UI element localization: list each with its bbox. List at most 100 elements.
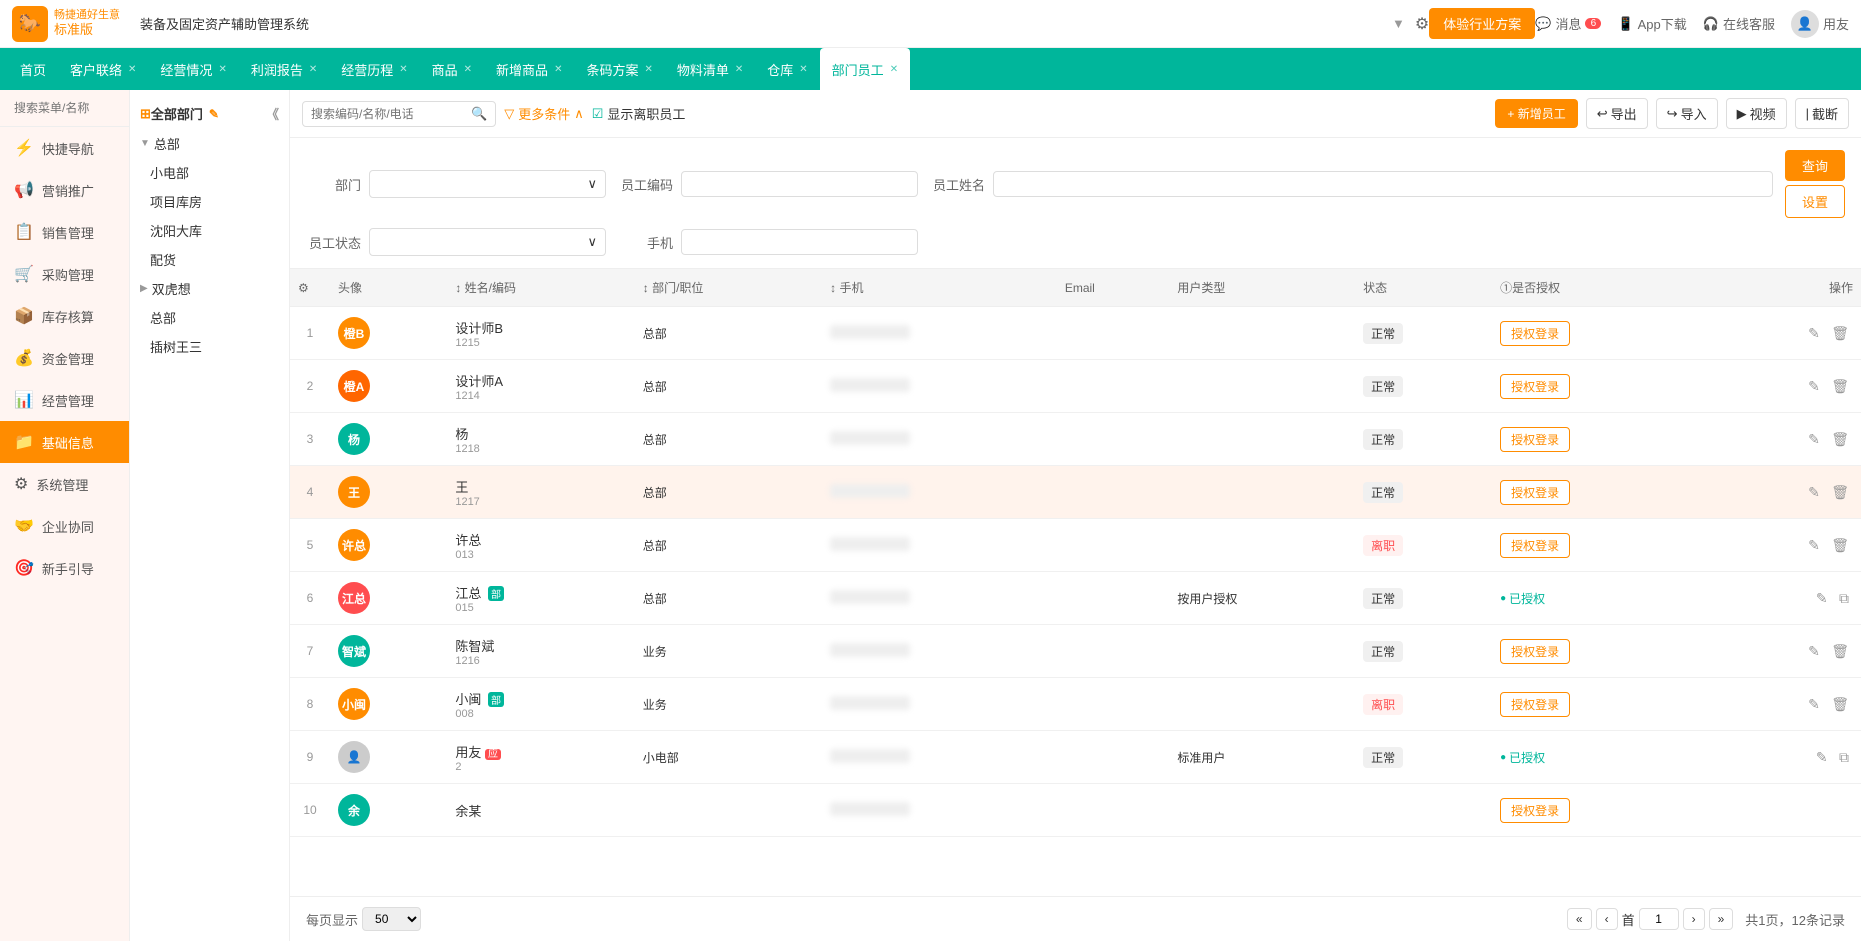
- set-button[interactable]: 设置: [1785, 185, 1845, 218]
- close-icon[interactable]: ✕: [464, 64, 472, 75]
- more-conditions-button[interactable]: ▽ 更多条件 ∧: [504, 104, 584, 123]
- close-icon[interactable]: ✕: [554, 64, 562, 75]
- sidebar-item-quick[interactable]: ⚡ 快捷导航: [0, 127, 129, 169]
- sidebar-item-system[interactable]: ⚙ 系统管理: [0, 463, 129, 505]
- delete-button[interactable]: 🗑: [1827, 323, 1853, 344]
- close-icon[interactable]: ✕: [644, 64, 652, 75]
- import-button[interactable]: ↪ 导入: [1656, 98, 1718, 129]
- edit-button[interactable]: ✎: [1812, 588, 1832, 609]
- status-filter-select[interactable]: ∨: [369, 228, 606, 256]
- sidebar-item-basic[interactable]: 📁 基础信息: [0, 421, 129, 463]
- auth-button[interactable]: 授权登录: [1500, 427, 1570, 452]
- show-resigned-toggle[interactable]: ☑ 显示离职员工: [592, 104, 686, 123]
- nav-item-customers[interactable]: 客户联络 ✕: [58, 48, 148, 90]
- sidebar-item-sales[interactable]: 📋 销售管理: [0, 211, 129, 253]
- dept-item-hq[interactable]: 总部: [130, 303, 289, 332]
- add-employee-button[interactable]: + 新增员工: [1495, 99, 1577, 128]
- delete-button[interactable]: 🗑: [1827, 376, 1853, 397]
- auth-button[interactable]: 授权登录: [1500, 798, 1570, 823]
- dropdown-arrow[interactable]: ▼: [1392, 16, 1405, 31]
- nav-item-bom[interactable]: 物料清单 ✕: [665, 48, 755, 90]
- col-settings[interactable]: ⚙: [290, 269, 330, 307]
- dept-collapse-icon[interactable]: 《: [266, 104, 279, 123]
- app-download-button[interactable]: 📱 App下载: [1617, 14, 1686, 33]
- nav-item-employees[interactable]: 部门员工 ✕: [820, 48, 910, 90]
- close-icon[interactable]: ✕: [309, 64, 317, 75]
- sidebar-item-guide[interactable]: 🎯 新手引导: [0, 547, 129, 589]
- user-area[interactable]: 👤 用友: [1791, 10, 1849, 38]
- export-button[interactable]: ↩ 导出: [1586, 98, 1648, 129]
- page-input[interactable]: [1639, 908, 1679, 930]
- last-page-button[interactable]: »: [1709, 908, 1734, 930]
- col-dept[interactable]: ↕ 部门/职位: [635, 269, 822, 307]
- edit-button[interactable]: ✎: [1804, 376, 1824, 397]
- edit-button[interactable]: ✎: [1804, 694, 1824, 715]
- nav-item-products[interactable]: 商品 ✕: [420, 48, 484, 90]
- copy-button[interactable]: ⧉: [1835, 747, 1853, 768]
- dept-filter-select[interactable]: ∨: [369, 170, 606, 198]
- edit-button[interactable]: ✎: [1804, 323, 1824, 344]
- nav-item-home[interactable]: 首页: [8, 48, 58, 90]
- per-page-select[interactable]: 50 100 200: [362, 907, 421, 931]
- auth-button[interactable]: 授权登录: [1500, 321, 1570, 346]
- auth-button[interactable]: 授权登录: [1500, 639, 1570, 664]
- edit-button[interactable]: ✎: [1812, 747, 1832, 768]
- delete-button[interactable]: 🗑: [1827, 429, 1853, 450]
- sidebar-item-finance[interactable]: 💰 资金管理: [0, 337, 129, 379]
- dept-item-dual[interactable]: ▶ 双虎想: [130, 274, 289, 303]
- dept-edit-icon[interactable]: ✎: [209, 107, 219, 121]
- edit-button[interactable]: ✎: [1804, 482, 1824, 503]
- sidebar-item-business[interactable]: 📊 经营管理: [0, 379, 129, 421]
- close-icon[interactable]: ✕: [735, 64, 743, 75]
- next-page-button[interactable]: ›: [1683, 908, 1705, 930]
- nav-item-barcode[interactable]: 条码方案 ✕: [574, 48, 664, 90]
- online-service-button[interactable]: 🎧 在线客服: [1703, 14, 1775, 33]
- search-input[interactable]: [311, 107, 471, 121]
- trial-button[interactable]: 体验行业方案: [1429, 8, 1535, 39]
- settings-icon[interactable]: ⚙: [1415, 14, 1429, 34]
- dept-item-general[interactable]: ▼ 总部: [130, 129, 289, 158]
- col-name[interactable]: ↕ 姓名/编码: [447, 269, 634, 307]
- close-icon[interactable]: ✕: [218, 64, 226, 75]
- dept-item-project[interactable]: 项目库房: [130, 187, 289, 216]
- close-icon-employees[interactable]: ✕: [890, 64, 898, 75]
- edit-button[interactable]: ✎: [1804, 535, 1824, 556]
- nav-item-new-product[interactable]: 新增商品 ✕: [484, 48, 574, 90]
- close-icon[interactable]: ✕: [128, 64, 136, 75]
- dept-item-distribution[interactable]: 配货: [130, 245, 289, 274]
- edit-button[interactable]: ✎: [1804, 641, 1824, 662]
- nav-item-warehouse[interactable]: 仓库 ✕: [755, 48, 819, 90]
- auth-button[interactable]: 授权登录: [1500, 480, 1570, 505]
- delete-button[interactable]: 🗑: [1827, 482, 1853, 503]
- delete-button[interactable]: 🗑: [1827, 641, 1853, 662]
- dept-item-shenyang[interactable]: 沈阳大库: [130, 216, 289, 245]
- copy-button[interactable]: ⧉: [1835, 588, 1853, 609]
- message-button[interactable]: 💬 消息 6: [1535, 14, 1601, 33]
- nav-item-operations[interactable]: 经营情况 ✕: [148, 48, 238, 90]
- close-icon[interactable]: ✕: [799, 64, 807, 75]
- first-page-button[interactable]: «: [1567, 908, 1592, 930]
- auth-button[interactable]: 授权登录: [1500, 374, 1570, 399]
- query-button[interactable]: 查询: [1785, 150, 1845, 181]
- edit-button[interactable]: ✎: [1804, 429, 1824, 450]
- emp-name-input[interactable]: [993, 171, 1773, 197]
- sidebar-item-cooperation[interactable]: 🤝 企业协同: [0, 505, 129, 547]
- close-icon[interactable]: ✕: [399, 64, 407, 75]
- delete-button[interactable]: 🗑: [1827, 535, 1853, 556]
- dept-item-small-elec[interactable]: 小电部: [130, 158, 289, 187]
- nav-item-history[interactable]: 经营历程 ✕: [329, 48, 419, 90]
- dept-item-plant[interactable]: 插树王三: [130, 332, 289, 361]
- sidebar-item-inventory[interactable]: 📦 库存核算: [0, 295, 129, 337]
- delete-button[interactable]: 🗑: [1827, 694, 1853, 715]
- sidebar-item-purchase[interactable]: 🛒 采购管理: [0, 253, 129, 295]
- other-button[interactable]: | 截断: [1795, 98, 1849, 129]
- view-button[interactable]: ▶ 视频: [1726, 98, 1787, 129]
- auth-button[interactable]: 授权登录: [1500, 692, 1570, 717]
- col-phone[interactable]: ↕ 手机: [822, 269, 1057, 307]
- nav-item-profit[interactable]: 利润报告 ✕: [239, 48, 329, 90]
- auth-button[interactable]: 授权登录: [1500, 533, 1570, 558]
- emp-code-input[interactable]: [681, 171, 918, 197]
- sidebar-item-marketing[interactable]: 📢 营销推广: [0, 169, 129, 211]
- phone-input[interactable]: [681, 229, 918, 255]
- prev-page-button[interactable]: ‹: [1596, 908, 1618, 930]
